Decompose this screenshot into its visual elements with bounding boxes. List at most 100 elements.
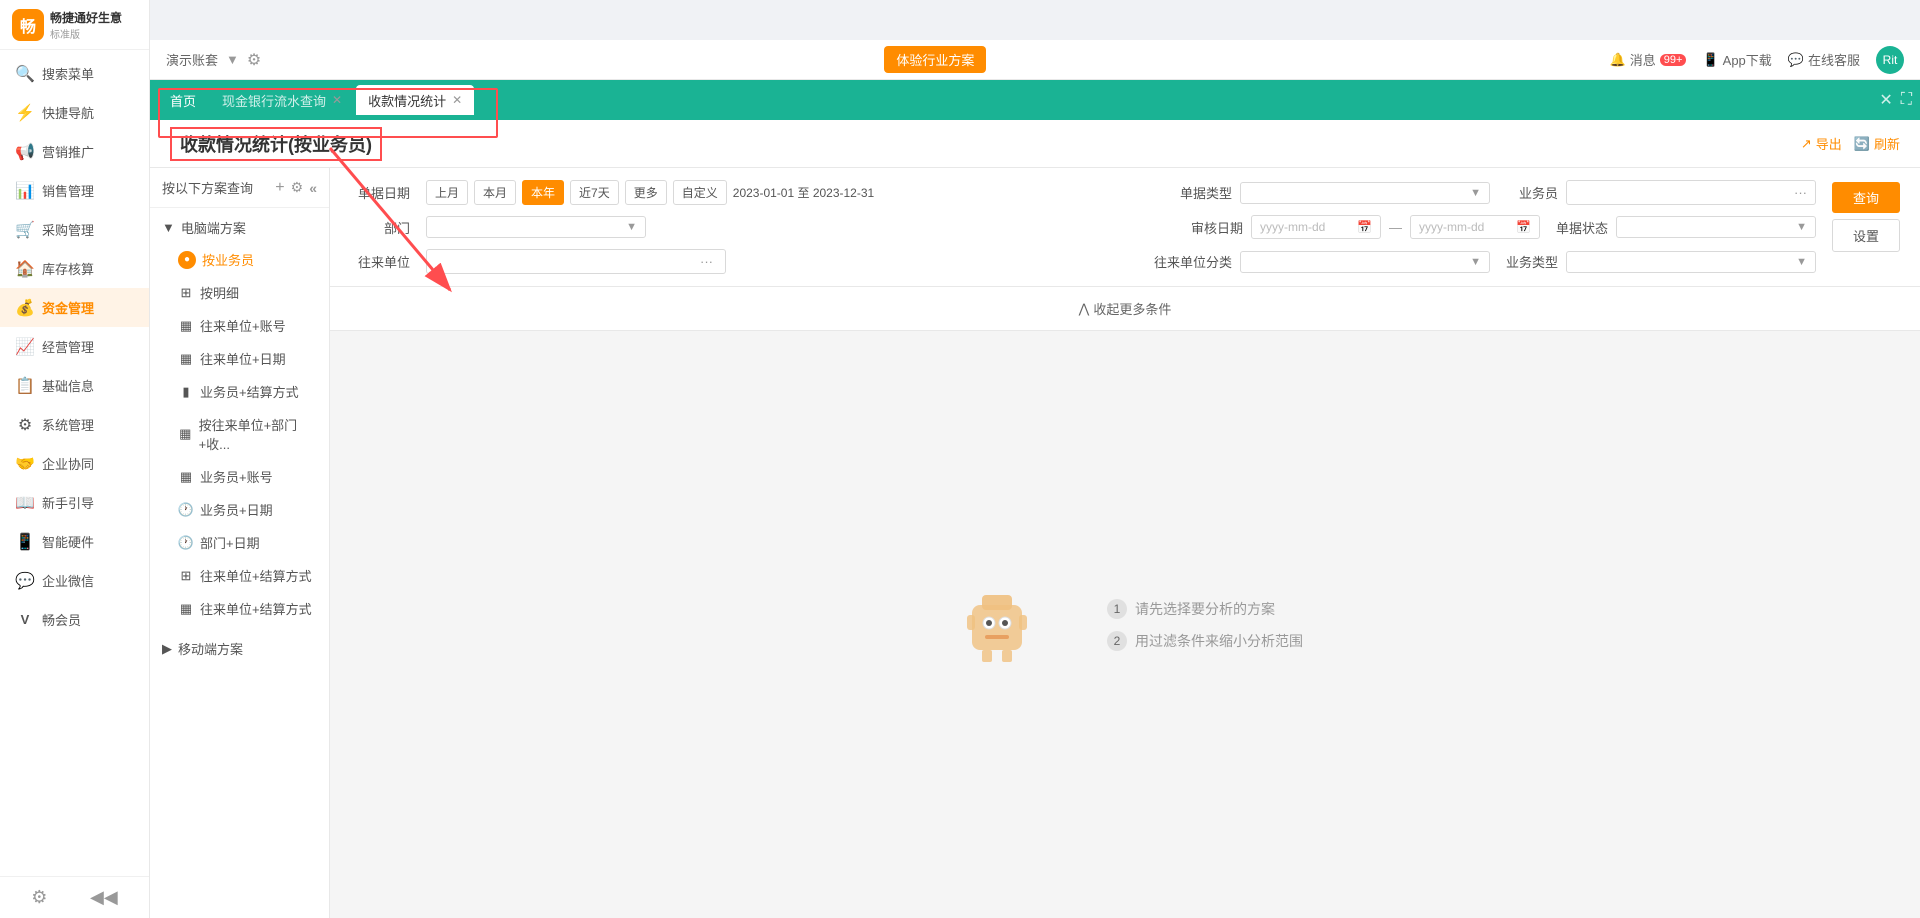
page-actions: ↗ 导出 🔄 刷新	[1801, 134, 1900, 153]
sidebar-settings-icon[interactable]: ⚙	[31, 887, 47, 908]
collapse-panel-icon[interactable]: «	[309, 180, 317, 196]
tab-home[interactable]: 首页	[158, 91, 208, 110]
tab-close-bank[interactable]: ✕	[332, 93, 342, 107]
scheme-item-unit-settle1[interactable]: ⊞ 往来单位+结算方式	[150, 559, 329, 592]
dept-select[interactable]: ▼	[426, 216, 646, 238]
user-avatar[interactable]: Rit	[1876, 46, 1904, 74]
counterpart-category-select[interactable]: ▼	[1240, 251, 1490, 273]
date-separator: —	[1389, 220, 1402, 235]
sidebar-item-operations[interactable]: 📈 经营管理	[0, 327, 149, 366]
vip-icon: V	[16, 611, 34, 629]
messages-link[interactable]: 🔔 消息 99+	[1610, 50, 1687, 69]
tab-close-all-icon[interactable]: ✕	[1879, 90, 1892, 110]
basic-icon: 📋	[16, 377, 34, 395]
scheme-item-unit-account[interactable]: ▦ 往来单位+账号	[150, 309, 329, 342]
tab-collection-stats[interactable]: 收款情况统计 ✕	[356, 85, 474, 115]
add-scheme-icon[interactable]: +	[275, 179, 284, 197]
sidebar-collapse-icon[interactable]: ◀◀	[90, 887, 118, 908]
scheme-item-salesperson[interactable]: ● 按业务员	[150, 243, 329, 276]
date-custom[interactable]: 自定义	[673, 180, 727, 205]
dropdown-icon[interactable]: ▼	[226, 52, 239, 67]
left-panel: 按以下方案查询 + ⚙ « ▼ 电脑端方案 ● 按业务员 ⊞	[150, 168, 330, 918]
scheme-item-unit-settle2[interactable]: ▦ 往来单位+结算方式	[150, 592, 329, 625]
dept-label: 部门	[350, 218, 410, 237]
date-this-year[interactable]: 本年	[522, 180, 564, 205]
bell-icon: 🔔	[1610, 52, 1626, 68]
more-options-icon[interactable]: ···	[696, 254, 717, 269]
service-icon: 💬	[1788, 52, 1804, 68]
tab-close-collection[interactable]: ✕	[452, 93, 462, 107]
sidebar: 畅 畅捷通好生意 标准版 🔍 搜索菜单 ⚡ 快捷导航 📢 营销推广 📊 销售管理…	[0, 0, 150, 918]
date-this-month[interactable]: 本月	[474, 180, 516, 205]
counterpart-label: 往来单位	[350, 252, 410, 271]
group-label: 电脑端方案	[181, 218, 246, 237]
sidebar-item-purchase[interactable]: 🛒 采购管理	[0, 210, 149, 249]
counterpart-input[interactable]: ···	[426, 249, 726, 274]
collapse-button[interactable]: ⋀ 收起更多条件	[1079, 291, 1172, 326]
date-7days[interactable]: 近7天	[570, 180, 619, 205]
export-button[interactable]: ↗ 导出	[1801, 134, 1842, 153]
business-type-select[interactable]: ▼	[1566, 251, 1816, 273]
scheme-item-detail[interactable]: ⊞ 按明细	[150, 276, 329, 309]
scheme-item-unit-dept[interactable]: ▦ 按往来单位+部门+收...	[150, 408, 329, 460]
bar-chart-icon: ▮	[178, 384, 194, 400]
dropdown-arrow-icon5: ▼	[1796, 256, 1807, 268]
logo-badge: 标准版	[50, 26, 122, 41]
online-service-link[interactable]: 💬 在线客服	[1788, 50, 1860, 69]
sidebar-item-label: 智能硬件	[42, 532, 94, 551]
scheme-item-dept-date[interactable]: 🕐 部门+日期	[150, 526, 329, 559]
sidebar-item-collab[interactable]: 🤝 企业协同	[0, 444, 149, 483]
doc-status-select[interactable]: ▼	[1616, 216, 1816, 238]
scheme-item-unit-date[interactable]: ▦ 往来单位+日期	[150, 342, 329, 375]
sidebar-item-basic[interactable]: 📋 基础信息	[0, 366, 149, 405]
calendar-icon2: 📅	[1516, 220, 1531, 234]
sidebar-item-system[interactable]: ⚙ 系统管理	[0, 405, 149, 444]
scheme-item-salesperson-date[interactable]: 🕐 业务员+日期	[150, 493, 329, 526]
sidebar-item-vip[interactable]: V 畅会员	[0, 600, 149, 639]
doc-type-select[interactable]: ▼	[1240, 182, 1490, 204]
search-button[interactable]: 查询	[1832, 182, 1900, 213]
sidebar-item-search[interactable]: 🔍 搜索菜单	[0, 54, 149, 93]
refresh-button[interactable]: 🔄 刷新	[1854, 134, 1900, 153]
dropdown-arrow-icon: ▼	[1470, 187, 1481, 199]
tab-maximize-icon[interactable]: ⛶	[1901, 91, 1912, 109]
date-more[interactable]: 更多	[625, 180, 667, 205]
review-date-end[interactable]: yyyy-mm-dd 📅	[1410, 215, 1540, 239]
sidebar-item-wechat[interactable]: 💬 企业微信	[0, 561, 149, 600]
sidebar-item-inventory[interactable]: 🏠 库存核算	[0, 249, 149, 288]
date-range-display: 2023-01-01 至 2023-12-31	[733, 184, 874, 201]
scheme-group-pc-title[interactable]: ▼ 电脑端方案	[150, 212, 329, 243]
sidebar-item-marketing[interactable]: 📢 营销推广	[0, 132, 149, 171]
right-panel: 单据日期 上月 本月 本年 近7天 更多 自定义 2023-01-01 至 20…	[330, 168, 1920, 918]
scheme-label: 业务员+账号	[200, 467, 273, 486]
marketing-icon: 📢	[16, 143, 34, 161]
scheme-label: 按往来单位+部门+收...	[199, 415, 317, 453]
sidebar-item-label: 基础信息	[42, 376, 94, 395]
sidebar-item-hardware[interactable]: 📱 智能硬件	[0, 522, 149, 561]
scheme-group-mobile-title[interactable]: ▶ 移动端方案	[150, 633, 329, 664]
tab-bank-flow[interactable]: 现金银行流水查询 ✕	[210, 85, 354, 115]
date-last-month[interactable]: 上月	[426, 180, 468, 205]
table-icon2: ▦	[178, 351, 194, 367]
sidebar-item-finance[interactable]: 💰 资金管理	[0, 288, 149, 327]
settings-button[interactable]: 设置	[1832, 219, 1900, 252]
trial-button[interactable]: 体验行业方案	[884, 46, 986, 73]
scheme-item-salesperson-settle[interactable]: ▮ 业务员+结算方式	[150, 375, 329, 408]
sidebar-item-guide[interactable]: 📖 新手引导	[0, 483, 149, 522]
sidebar-item-quicknav[interactable]: ⚡ 快捷导航	[0, 93, 149, 132]
scheme-item-salesperson-account[interactable]: ▦ 业务员+账号	[150, 460, 329, 493]
settings-icon[interactable]: ⚙	[247, 50, 261, 70]
scheme-settings-icon[interactable]: ⚙	[291, 179, 304, 196]
app-download-link[interactable]: 📱 App下载	[1702, 50, 1771, 69]
triangle-right-icon: ▶	[162, 641, 172, 657]
salesperson-select[interactable]: ···	[1566, 180, 1816, 205]
review-date-start[interactable]: yyyy-mm-dd 📅	[1251, 215, 1381, 239]
robot-illustration	[947, 575, 1047, 675]
sidebar-navigation: 🔍 搜索菜单 ⚡ 快捷导航 📢 营销推广 📊 销售管理 🛒 采购管理 🏠 库存核…	[0, 50, 149, 876]
scheme-label: 业务员+日期	[200, 500, 273, 519]
panel-header-label: 按以下方案查询	[162, 178, 253, 197]
tip-number-2: 2	[1107, 631, 1127, 651]
sidebar-item-sales[interactable]: 📊 销售管理	[0, 171, 149, 210]
operations-icon: 📈	[16, 338, 34, 356]
sidebar-item-label: 营销推广	[42, 142, 94, 161]
